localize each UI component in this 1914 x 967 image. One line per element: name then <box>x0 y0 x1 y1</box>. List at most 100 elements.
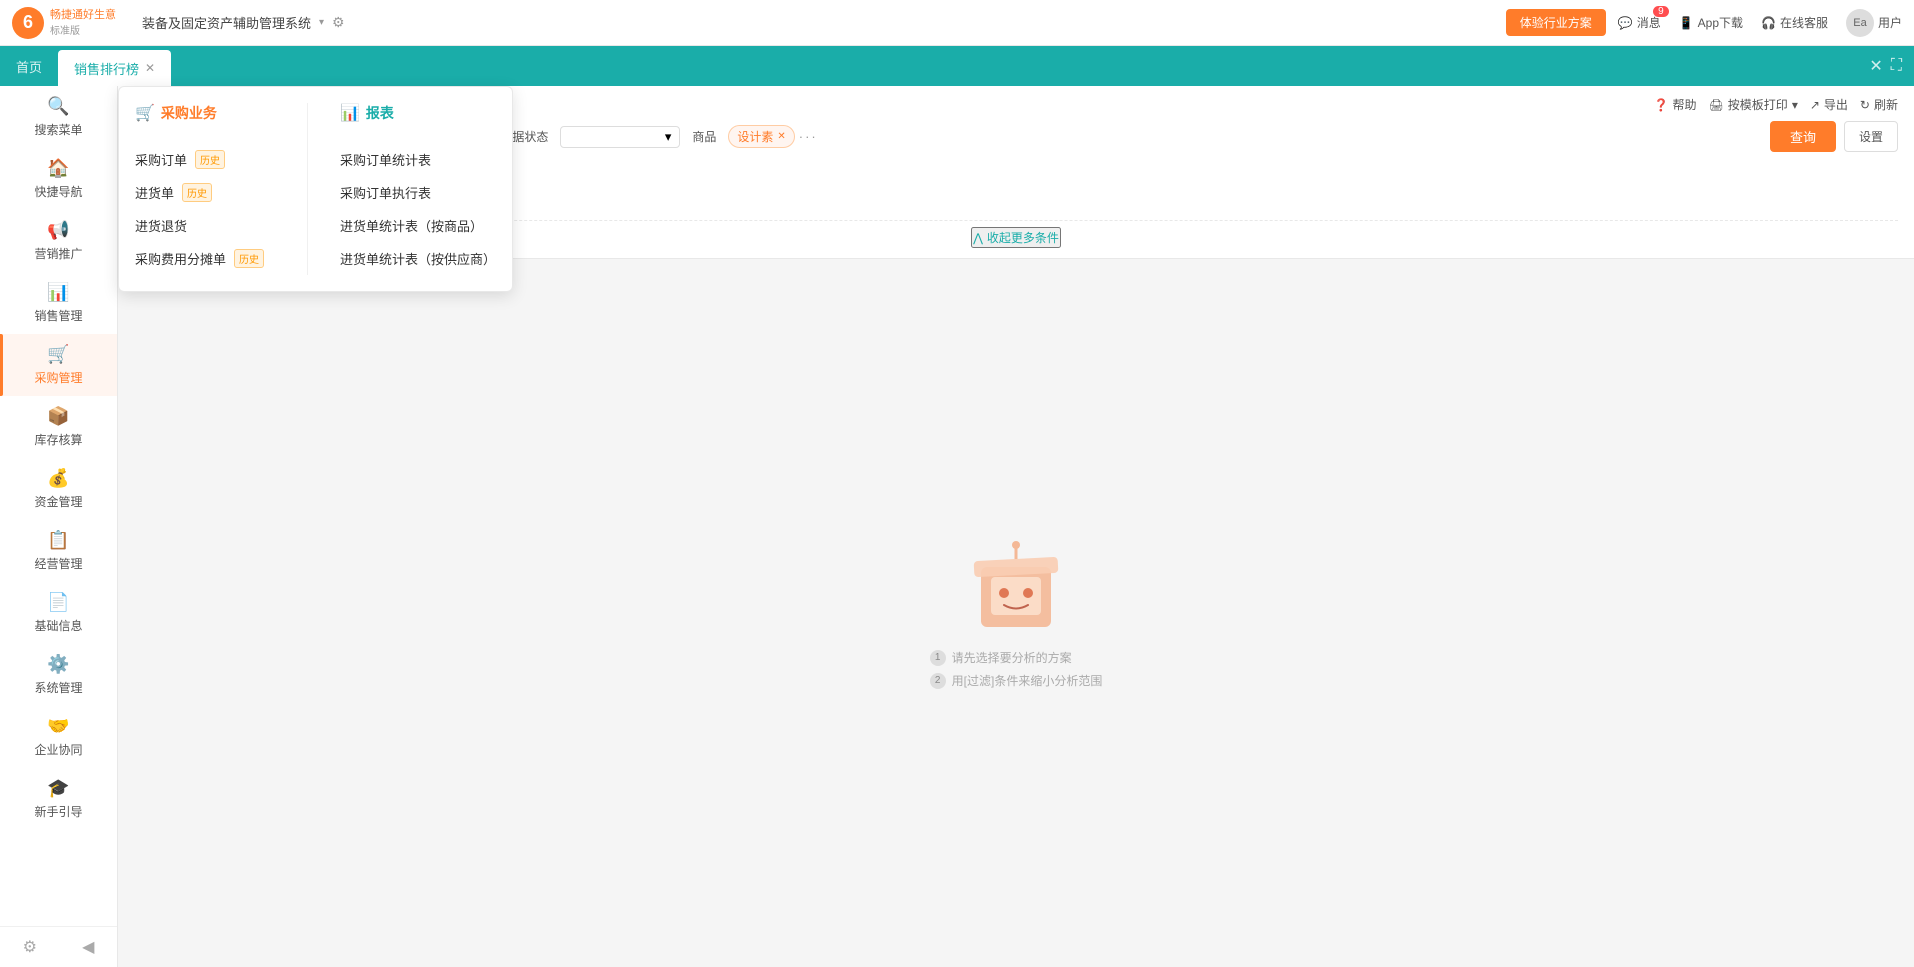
tab-close-all-icon[interactable]: ✕ <box>1869 56 1882 76</box>
print-button[interactable]: 🖨 按模板打印 ▾ <box>1709 96 1798 113</box>
trial-button[interactable]: 体验行业方案 <box>1506 9 1606 36</box>
finance-icon: 💰 <box>47 468 69 489</box>
chevron-down-icon: ▾ <box>665 129 672 145</box>
sidebar-item-guide[interactable]: 🎓 新手引导 <box>0 768 117 830</box>
empty-tip-2: 2 用[过滤]条件来缩小分析范围 <box>930 672 1103 689</box>
export-icon: ↗ <box>1810 98 1820 112</box>
dropdown-item-purchase-order[interactable]: 采购订单 历史 <box>135 143 275 176</box>
sales-icon: 📊 <box>47 282 69 303</box>
marketing-icon: 📢 <box>47 220 69 241</box>
help-button[interactable]: ❓ 帮助 <box>1654 96 1697 113</box>
user-button[interactable]: Ea 用户 <box>1846 9 1902 37</box>
logo-text: 畅捷通好生意 <box>50 8 116 22</box>
top-bar: 6 畅捷通好生意 标准版 装备及固定资产辅助管理系统 ▾ ⚙ 体验行业方案 💬 … <box>0 0 1914 46</box>
toolbar-right: ❓ 帮助 🖨 按模板打印 ▾ ↗ 导出 ↻ 刷新 <box>1654 96 1898 113</box>
dropdown-item-order-exec[interactable]: 采购订单执行表 <box>340 176 496 209</box>
footer-settings-icon[interactable]: ⚙ <box>23 937 37 957</box>
sidebar: 🔍 搜索菜单 🏠 快捷导航 📢 营销推广 📊 销售管理 🛒 采购管理 📦 库存核… <box>0 86 118 967</box>
sidebar-item-basic-info[interactable]: 📄 基础信息 <box>0 582 117 644</box>
goods-tag[interactable]: 设计素 ✕ <box>728 125 794 148</box>
sidebar-item-purchase[interactable]: 🛒 采购管理 <box>0 334 117 396</box>
tab-maximize-icon[interactable]: ⛶ <box>1891 57 1902 75</box>
export-button[interactable]: ↗ 导出 <box>1810 96 1848 113</box>
goods-filter: 设计素 ✕ ··· <box>728 125 817 148</box>
title-dropdown-arrow[interactable]: ▾ <box>319 17 324 28</box>
avatar: Ea <box>1846 9 1874 37</box>
app-title-text: 装备及固定资产辅助管理系统 <box>142 13 311 32</box>
refresh-button[interactable]: ↻ 刷新 <box>1860 96 1898 113</box>
goods-tag-close[interactable]: ✕ <box>777 131 785 142</box>
sidebar-item-finance[interactable]: 💰 资金管理 <box>0 458 117 520</box>
app-title-bar: 装备及固定资产辅助管理系统 ▾ ⚙ <box>142 13 1494 32</box>
sidebar-item-sales[interactable]: 📊 销售管理 <box>0 272 117 334</box>
tab-bar-right: ✕ ⛶ <box>1869 56 1914 76</box>
goods-label: 商品 <box>692 128 716 145</box>
help-icon: ❓ <box>1654 98 1669 112</box>
dropdown-item-expense[interactable]: 采购费用分摊单 历史 <box>135 242 275 275</box>
print-icon: 🖨 <box>1709 98 1724 112</box>
home-icon: 🏠 <box>47 158 69 179</box>
phone-icon: 📱 <box>1679 16 1694 30</box>
sidebar-item-marketing[interactable]: 📢 营销推广 <box>0 210 117 272</box>
sidebar-item-quick-nav[interactable]: 🏠 快捷导航 <box>0 148 117 210</box>
empty-state: 1 请先选择要分析的方案 2 用[过滤]条件来缩小分析范围 <box>118 259 1914 967</box>
print-arrow: ▾ <box>1792 98 1798 112</box>
sidebar-item-inventory[interactable]: 📦 库存核算 <box>0 396 117 458</box>
action-buttons: 查询 设置 <box>1770 121 1898 152</box>
purchase-col: 🛒 采购业务 采购订单 历史 进货单 历史 进货退货 采购费用分摊单 历史 <box>135 103 275 275</box>
tab-home[interactable]: 首页 <box>0 46 58 86</box>
goods-more-dots[interactable]: ··· <box>799 129 818 144</box>
history-tag-3: 历史 <box>234 249 264 268</box>
sidebar-item-enterprise[interactable]: 🤝 企业协同 <box>0 706 117 768</box>
history-tag-1: 历史 <box>182 183 212 202</box>
footer-collapse-icon[interactable]: ◀ <box>82 937 94 957</box>
empty-illustration <box>956 537 1076 637</box>
tab-sales-ranking[interactable]: 销售排行榜 ✕ <box>58 50 171 86</box>
message-icon: 💬 <box>1618 16 1633 30</box>
app-download-button[interactable]: 📱 App下载 <box>1679 14 1743 31</box>
dropdown-item-incoming[interactable]: 进货单 历史 <box>135 176 275 209</box>
dropdown-item-order-stats[interactable]: 采购订单统计表 <box>340 143 496 176</box>
headset-icon: 🎧 <box>1761 16 1776 30</box>
search-icon: 🔍 <box>47 96 69 117</box>
setting-button[interactable]: 设置 <box>1844 121 1898 152</box>
collapse-button[interactable]: ⋀ 收起更多条件 <box>971 227 1061 248</box>
dropdown-divider <box>307 103 308 275</box>
dropdown-item-incoming-stats-goods[interactable]: 进货单统计表（按商品） <box>340 209 496 242</box>
logo-area: 6 畅捷通好生意 标准版 <box>12 7 130 39</box>
online-service-button[interactable]: 🎧 在线客服 <box>1761 14 1828 31</box>
sidebar-item-operation[interactable]: 📋 经营管理 <box>0 520 117 582</box>
sidebar-item-search[interactable]: 🔍 搜索菜单 <box>0 86 117 148</box>
logo-badge: 标准版 <box>50 22 116 37</box>
dropdown-item-return[interactable]: 进货退货 <box>135 209 275 242</box>
report-col: 📊 报表 采购订单统计表 采购订单执行表 进货单统计表（按商品） 进货单统计表（… <box>340 103 496 275</box>
bill-status-select[interactable]: ▾ <box>560 126 680 148</box>
sidebar-footer: ⚙ ◀ <box>0 926 117 967</box>
empty-svg <box>956 537 1076 637</box>
purchase-icon: 🛒 <box>47 344 69 365</box>
query-button[interactable]: 查询 <box>1770 121 1836 152</box>
top-right-area: 💬 消息 9 📱 App下载 🎧 在线客服 Ea 用户 <box>1618 9 1902 37</box>
empty-text-group: 1 请先选择要分析的方案 2 用[过滤]条件来缩小分析范围 <box>930 649 1103 689</box>
basic-info-icon: 📄 <box>47 592 69 613</box>
dropdown-item-incoming-stats-supplier[interactable]: 进货单统计表（按供应商） <box>340 242 496 275</box>
system-icon: ⚙️ <box>47 654 69 675</box>
operation-icon: 📋 <box>47 530 69 551</box>
refresh-icon: ↻ <box>1860 98 1870 112</box>
tab-close-icon[interactable]: ✕ <box>145 61 155 75</box>
tab-bar: 首页 销售排行榜 ✕ ✕ ⛶ <box>0 46 1914 86</box>
report-col-title: 📊 报表 <box>340 103 496 131</box>
purchase-col-icon: 🛒 <box>135 103 155 123</box>
active-bar <box>0 334 3 396</box>
settings-icon[interactable]: ⚙ <box>332 14 345 31</box>
message-button[interactable]: 💬 消息 9 <box>1618 14 1661 31</box>
message-badge: 9 <box>1653 6 1669 17</box>
sidebar-item-system[interactable]: ⚙️ 系统管理 <box>0 644 117 706</box>
guide-icon: 🎓 <box>47 778 69 799</box>
empty-tip-1: 1 请先选择要分析的方案 <box>930 649 1103 666</box>
enterprise-icon: 🤝 <box>47 716 69 737</box>
inventory-icon: 📦 <box>47 406 69 427</box>
collapse-up-icon: ⋀ <box>973 231 983 245</box>
purchase-col-title: 🛒 采购业务 <box>135 103 275 131</box>
history-tag-0: 历史 <box>195 150 225 169</box>
